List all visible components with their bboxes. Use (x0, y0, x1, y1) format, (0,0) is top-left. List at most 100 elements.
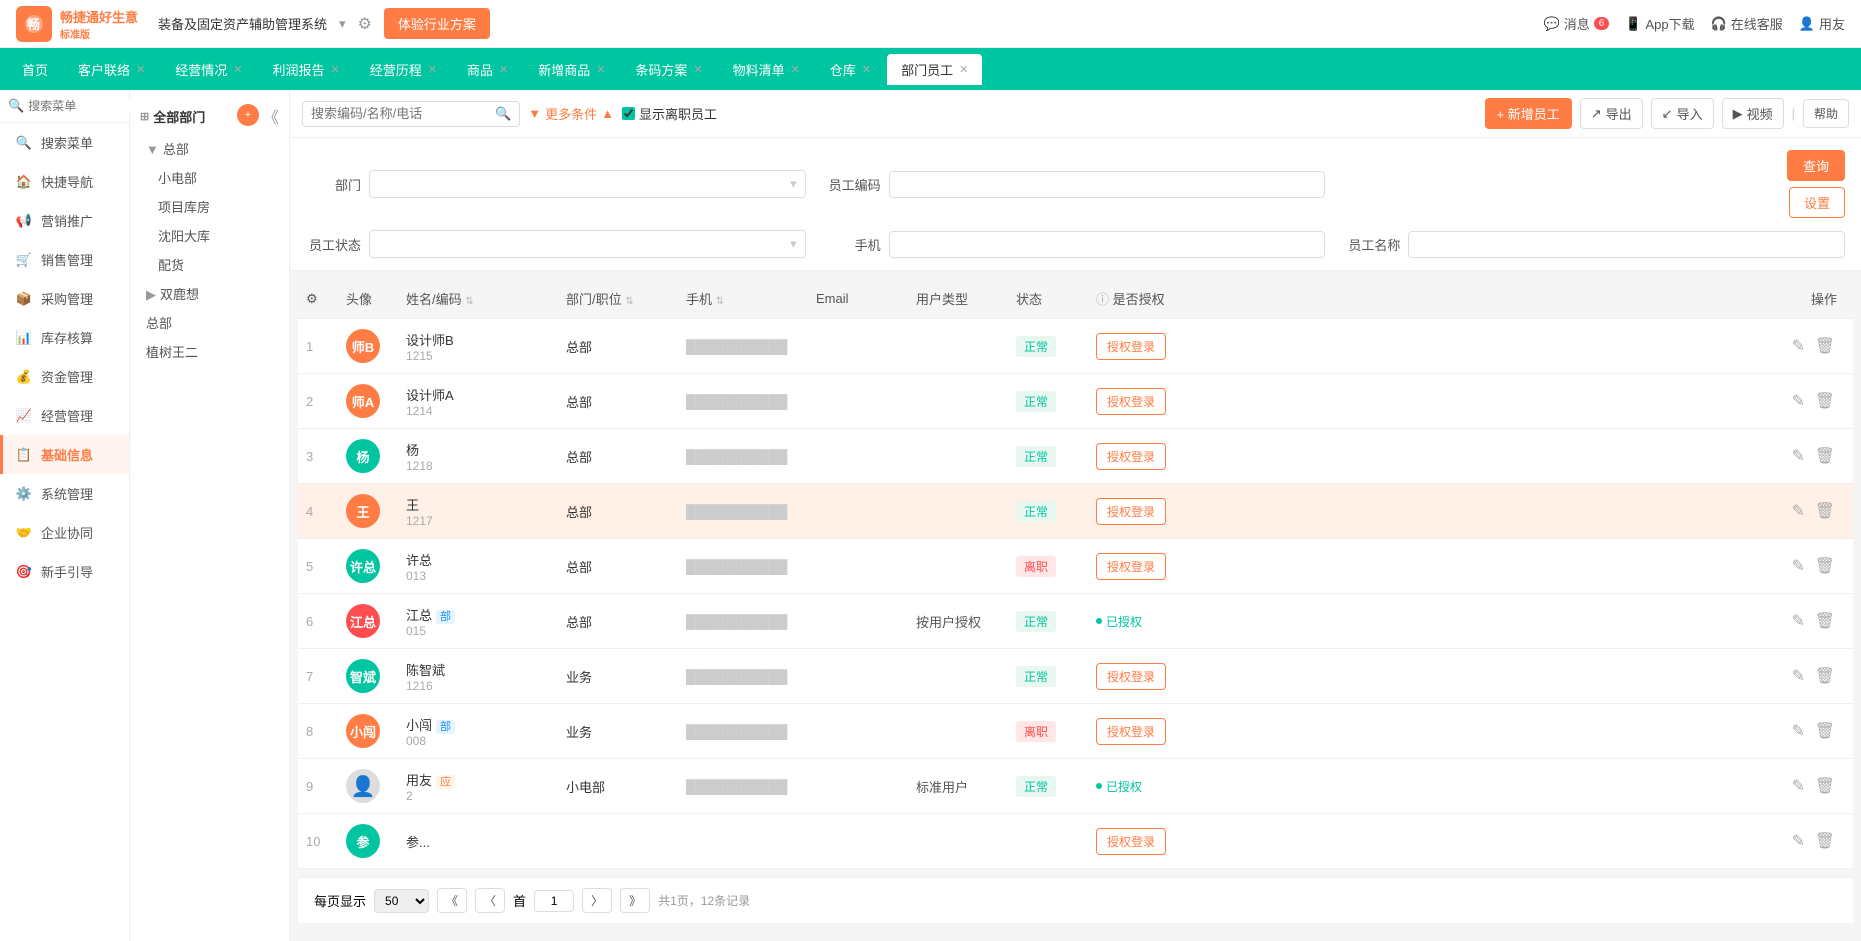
dept-collapse-icon[interactable]: 《 (263, 104, 279, 128)
delete-btn[interactable]: 🗑 (1815, 338, 1835, 355)
dept-node[interactable]: ▼总部 (130, 134, 289, 163)
auth-login-btn[interactable]: 授权登录 (1096, 443, 1166, 470)
tab-close-icon[interactable]: ✕ (791, 63, 800, 76)
auth-login-btn[interactable]: 授权登录 (1096, 663, 1166, 690)
next-page-btn[interactable]: 〉 (582, 888, 612, 913)
delete-btn[interactable]: 🗑 (1815, 613, 1835, 630)
user-btn[interactable]: 👤 用友 (1799, 14, 1845, 33)
edit-btn[interactable]: ✎ (1792, 833, 1805, 850)
tab-close-icon[interactable]: ✕ (428, 63, 437, 76)
page-size-select[interactable]: 50 20 100 (374, 889, 429, 913)
nav-tab-经营情况[interactable]: 经营情况 ✕ (161, 54, 256, 85)
search-input[interactable] (311, 106, 491, 121)
nav-tab-商品[interactable]: 商品 ✕ (453, 54, 522, 85)
edit-btn[interactable]: ✎ (1792, 448, 1805, 465)
sidebar-item-search[interactable]: 🔍搜索菜单 (0, 123, 129, 162)
tab-close-icon[interactable]: ✕ (233, 63, 242, 76)
delete-btn[interactable]: 🗑 (1815, 558, 1835, 575)
show-resigned-checkbox-wrap[interactable]: 显示离职员工 (622, 104, 717, 123)
auth-login-btn[interactable]: 授权登录 (1096, 553, 1166, 580)
status-filter-select[interactable]: ▾ (369, 230, 806, 258)
dept-add-icon[interactable]: + (237, 104, 259, 126)
sidebar-item-purchase[interactable]: 📦采购管理 (0, 279, 129, 318)
emp-name-input[interactable] (1408, 231, 1845, 258)
edit-btn[interactable]: ✎ (1792, 558, 1805, 575)
set-btn[interactable]: 设置 (1789, 187, 1845, 218)
edit-btn[interactable]: ✎ (1792, 613, 1805, 630)
try-btn[interactable]: 体验行业方案 (384, 8, 490, 39)
edit-btn[interactable]: ✎ (1792, 503, 1805, 520)
sidebar-item-quicknav[interactable]: 🏠快捷导航 (0, 162, 129, 201)
tab-close-icon[interactable]: ✕ (693, 63, 702, 76)
nav-tab-条码方案[interactable]: 条码方案 ✕ (621, 54, 716, 85)
delete-btn[interactable]: 🗑 (1815, 393, 1835, 410)
sidebar-item-inventory[interactable]: 📊库存核算 (0, 318, 129, 357)
dept-node[interactable]: 总部 (130, 308, 289, 337)
import-btn[interactable]: ↙ 导入 (1651, 98, 1714, 129)
edit-btn[interactable]: ✎ (1792, 668, 1805, 685)
delete-btn[interactable]: 🗑 (1815, 668, 1835, 685)
query-btn[interactable]: 查询 (1787, 150, 1845, 181)
prev-page-btn[interactable]: 〈 (475, 888, 505, 913)
edit-btn[interactable]: ✎ (1792, 393, 1805, 410)
dept-child-node[interactable]: 项目库房 (130, 192, 289, 221)
auth-login-btn[interactable]: 授权登录 (1096, 498, 1166, 525)
delete-btn[interactable]: 🗑 (1815, 833, 1835, 850)
settings-icon[interactable]: ⚙ (358, 14, 372, 34)
auth-login-btn[interactable]: 授权登录 (1096, 828, 1166, 855)
nav-tab-客户联络[interactable]: 客户联络 ✕ (64, 54, 159, 85)
tab-close-icon[interactable]: ✕ (136, 63, 145, 76)
page-number-input[interactable] (534, 890, 574, 912)
message-btn[interactable]: 💬 消息 6 (1544, 14, 1610, 33)
tab-close-icon[interactable]: ✕ (959, 63, 968, 76)
all-dept-label[interactable]: ⊞ 全部部门 (140, 107, 205, 126)
help-btn[interactable]: 帮助 (1803, 99, 1849, 128)
sidebar-item-guide[interactable]: 🎯新手引导 (0, 552, 129, 591)
sidebar-item-marketing[interactable]: 📢营销推广 (0, 201, 129, 240)
last-page-btn[interactable]: 》 (620, 888, 650, 913)
app-download-btn[interactable]: 📱 App下载 (1625, 14, 1694, 33)
sidebar-item-collab[interactable]: 🤝企业协同 (0, 513, 129, 552)
delete-btn[interactable]: 🗑 (1815, 503, 1835, 520)
nav-tab-经营历程[interactable]: 经营历程 ✕ (356, 54, 451, 85)
search-btn-icon[interactable]: 🔍 (495, 106, 511, 122)
tab-close-icon[interactable]: ✕ (499, 63, 508, 76)
dept-child-node[interactable]: 沈阳大库 (130, 221, 289, 250)
export-btn[interactable]: ↗ 导出 (1580, 98, 1643, 129)
dept-node[interactable]: ▶双鹿想 (130, 279, 289, 308)
tab-close-icon[interactable]: ✕ (331, 63, 340, 76)
nav-tab-利润报告[interactable]: 利润报告 ✕ (258, 54, 353, 85)
online-service-btn[interactable]: 🎧 在线客服 (1711, 14, 1783, 33)
view-btn[interactable]: ▶ 视频 (1722, 98, 1784, 129)
add-employee-btn[interactable]: + 新增员工 (1485, 98, 1572, 129)
auth-login-btn[interactable]: 授权登录 (1096, 718, 1166, 745)
edit-btn[interactable]: ✎ (1792, 723, 1805, 740)
sidebar-item-finance[interactable]: 💰资金管理 (0, 357, 129, 396)
sidebar-item-system[interactable]: ⚙️系统管理 (0, 474, 129, 513)
emp-code-input[interactable] (889, 171, 1326, 198)
delete-btn[interactable]: 🗑 (1815, 778, 1835, 795)
more-filters-btn[interactable]: ▼ 更多条件 ▲ (528, 104, 614, 123)
first-page-btn[interactable]: 《 (437, 888, 467, 913)
show-resigned-checkbox[interactable] (622, 107, 635, 120)
phone-input[interactable] (889, 231, 1326, 258)
sidebar-item-sales[interactable]: 🛒销售管理 (0, 240, 129, 279)
sidebar-item-operations[interactable]: 📈经营管理 (0, 396, 129, 435)
tab-close-icon[interactable]: ✕ (862, 63, 871, 76)
edit-btn[interactable]: ✎ (1792, 338, 1805, 355)
auth-login-btn[interactable]: 授权登录 (1096, 333, 1166, 360)
dept-child-node[interactable]: 配货 (130, 250, 289, 279)
nav-tab-仓库[interactable]: 仓库 ✕ (816, 54, 885, 85)
nav-tab-部门员工[interactable]: 部门员工 ✕ (887, 54, 982, 85)
nav-tab-物料清单[interactable]: 物料清单 ✕ (719, 54, 814, 85)
dept-filter-select[interactable]: ▾ (369, 170, 806, 198)
delete-btn[interactable]: 🗑 (1815, 448, 1835, 465)
nav-tab-新增商品[interactable]: 新增商品 ✕ (524, 54, 619, 85)
auth-login-btn[interactable]: 授权登录 (1096, 388, 1166, 415)
sidebar-item-basic[interactable]: 📋基础信息 (0, 435, 129, 474)
dropdown-icon[interactable]: ▾ (339, 16, 346, 32)
dept-child-node[interactable]: 小电部 (130, 163, 289, 192)
dept-node[interactable]: 植树王二 (130, 337, 289, 366)
tab-close-icon[interactable]: ✕ (596, 63, 605, 76)
nav-tab-首页[interactable]: 首页 (8, 54, 62, 85)
